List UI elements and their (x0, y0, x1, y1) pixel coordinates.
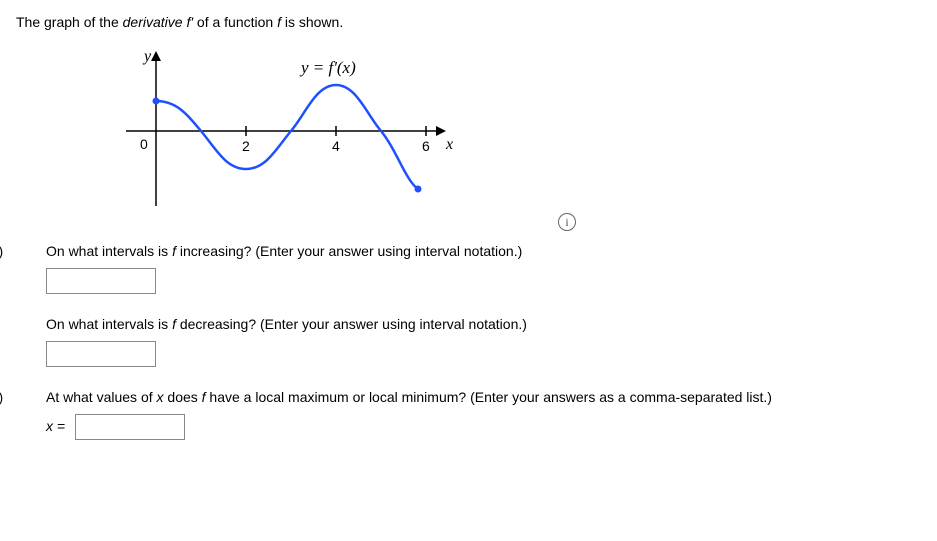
tick-label-6: 6 (422, 138, 430, 154)
y-axis-arrow (151, 51, 161, 61)
x-axis-label: x (445, 136, 453, 153)
intro-deriv: derivative f' (123, 14, 193, 30)
part-b-label: (b) (16, 387, 46, 408)
intro-mid: of a function (193, 14, 277, 30)
origin-label: 0 (140, 136, 148, 152)
x-axis-arrow (436, 126, 446, 136)
answer-b-input[interactable] (75, 414, 185, 440)
answer-a1-input[interactable] (46, 268, 156, 294)
graph-container: y x 0 2 4 6 y = f'(x) i (106, 41, 466, 231)
tick-label-4: 4 (332, 138, 340, 154)
part-b: (b)At what values of x does f have a loc… (16, 387, 921, 440)
graph-title: y = f'(x) (299, 58, 356, 77)
info-icon-label: i (565, 215, 568, 229)
q-a1-rest: increasing? (Enter your answer using int… (176, 243, 522, 259)
part-a-label: (a) (16, 241, 46, 262)
intro-end: is shown. (281, 14, 343, 30)
q-b-x: x (157, 389, 164, 405)
intro-text: The graph of the derivative f' of a func… (16, 12, 921, 33)
q-a1-prefix: On what intervals is (46, 243, 172, 259)
q-b-rest: have a local maximum or local minimum? (… (206, 389, 772, 405)
eq-label-x: x = (46, 418, 65, 434)
intro-prefix: The graph of the (16, 14, 123, 30)
q-a2-prefix: On what intervals is (46, 316, 172, 332)
q-b-prefix: At what values of (46, 389, 157, 405)
info-icon[interactable]: i (558, 213, 576, 231)
answer-a2-input[interactable] (46, 341, 156, 367)
fprime-curve (156, 85, 418, 189)
derivative-graph: y x 0 2 4 6 y = f'(x) (106, 41, 466, 231)
part-a: (a)On what intervals is f increasing? (E… (16, 241, 921, 367)
y-axis-label: y (142, 48, 152, 65)
curve-end-dot (415, 186, 422, 193)
tick-label-2: 2 (242, 138, 250, 154)
q-b-mid: does (164, 389, 202, 405)
q-a2-rest: decreasing? (Enter your answer using int… (176, 316, 527, 332)
curve-start-dot (153, 98, 160, 105)
